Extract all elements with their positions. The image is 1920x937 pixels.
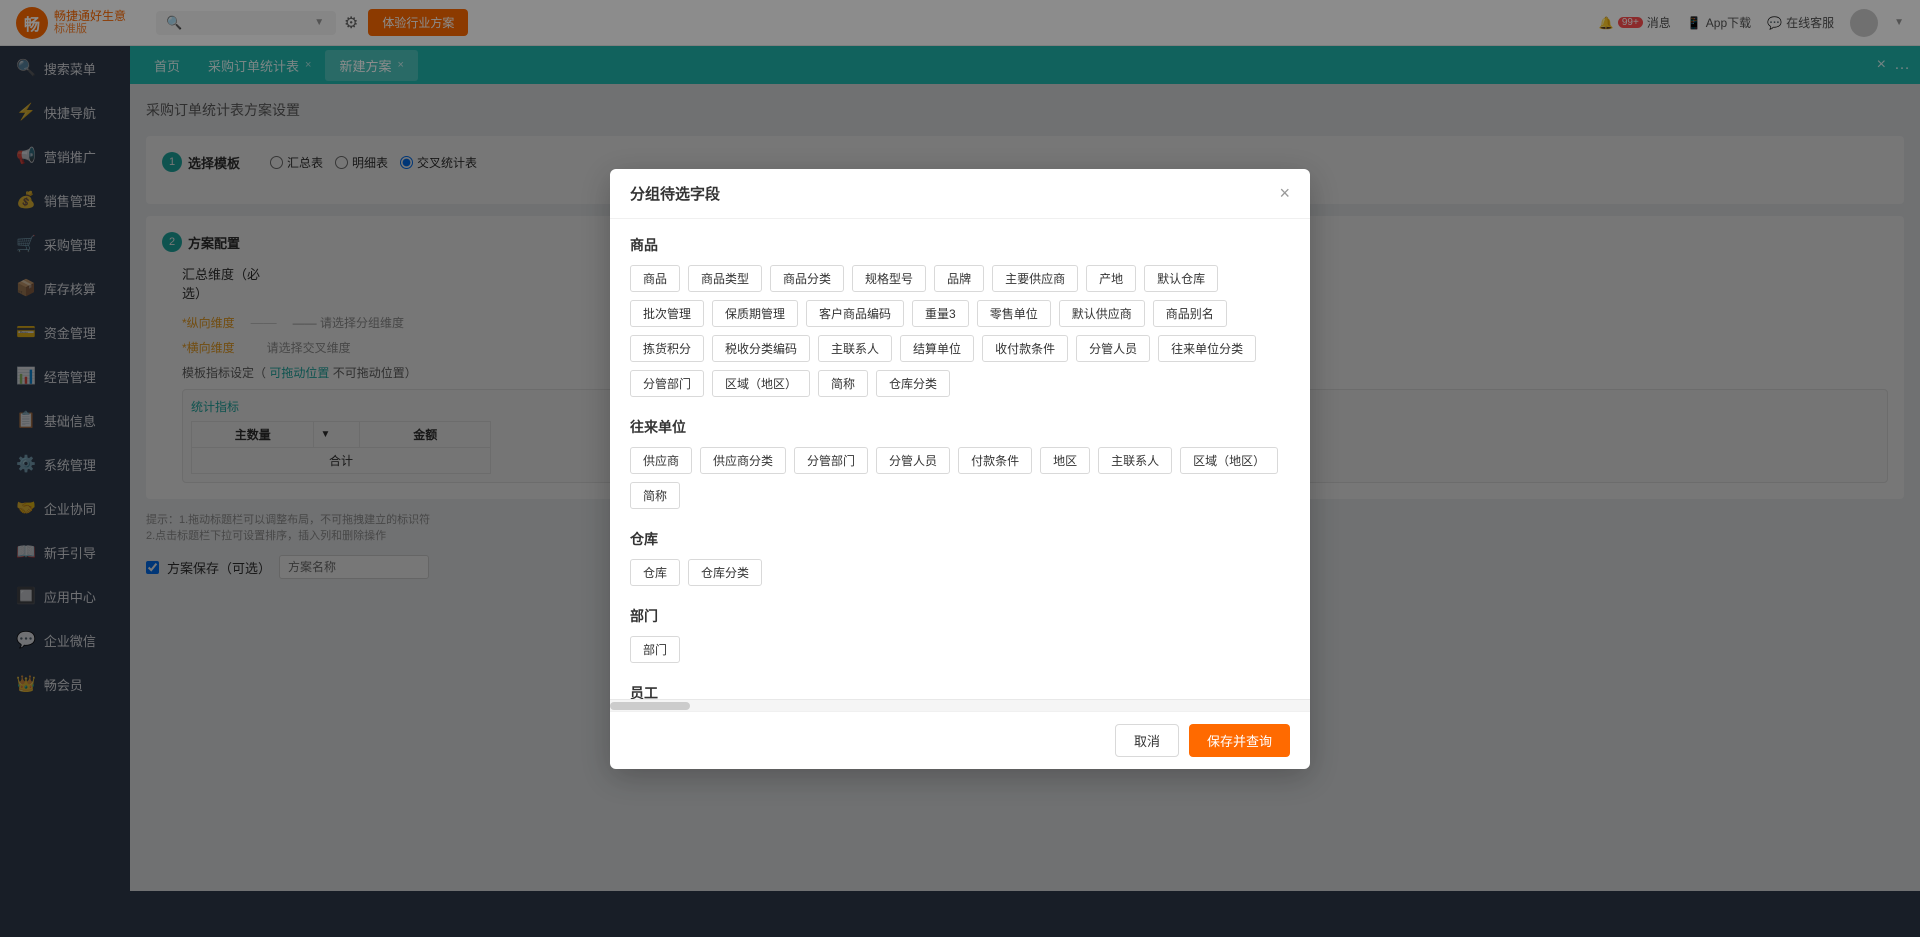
modal-overlay: 分组待选字段 × 商品商品商品类型商品分类规格型号品牌主要供应商产地默认仓库批次… bbox=[0, 0, 1920, 937]
field-tag-product-16[interactable]: 税收分类编码 bbox=[712, 335, 810, 362]
modal-body: 商品商品商品类型商品分类规格型号品牌主要供应商产地默认仓库批次管理保质期管理客户… bbox=[610, 219, 1310, 699]
field-section-title-department: 部门 bbox=[630, 606, 1290, 626]
field-section-title-product: 商品 bbox=[630, 235, 1290, 255]
field-tag-product-20[interactable]: 分管人员 bbox=[1076, 335, 1150, 362]
field-tag-product-25[interactable]: 仓库分类 bbox=[876, 370, 950, 397]
field-tag-partner-4[interactable]: 付款条件 bbox=[958, 447, 1032, 474]
field-tag-product-10[interactable]: 客户商品编码 bbox=[806, 300, 904, 327]
field-section-product: 商品商品商品类型商品分类规格型号品牌主要供应商产地默认仓库批次管理保质期管理客户… bbox=[630, 235, 1290, 397]
field-tag-product-15[interactable]: 拣货积分 bbox=[630, 335, 704, 362]
field-section-title-employee: 员工 bbox=[630, 683, 1290, 699]
field-tag-product-9[interactable]: 保质期管理 bbox=[712, 300, 798, 327]
modal-title: 分组待选字段 bbox=[630, 183, 720, 204]
modal-footer: 取消 保存并查询 bbox=[610, 711, 1310, 769]
field-tag-product-12[interactable]: 零售单位 bbox=[977, 300, 1051, 327]
field-tag-product-5[interactable]: 主要供应商 bbox=[992, 265, 1078, 292]
field-tag-product-4[interactable]: 品牌 bbox=[934, 265, 984, 292]
field-section-title-warehouse: 仓库 bbox=[630, 529, 1290, 549]
field-tag-product-17[interactable]: 主联系人 bbox=[818, 335, 892, 362]
field-tag-product-11[interactable]: 重量3 bbox=[912, 300, 969, 327]
modal-header: 分组待选字段 × bbox=[610, 169, 1310, 219]
field-tags-department: 部门 bbox=[630, 636, 1290, 663]
field-tag-partner-3[interactable]: 分管人员 bbox=[876, 447, 950, 474]
field-tags-partner: 供应商供应商分类分管部门分管人员付款条件地区主联系人区域（地区） 简称 bbox=[630, 447, 1290, 509]
field-tag-product-1[interactable]: 商品类型 bbox=[688, 265, 762, 292]
field-tag-product-8[interactable]: 批次管理 bbox=[630, 300, 704, 327]
field-tag-product-14[interactable]: 商品别名 bbox=[1153, 300, 1227, 327]
field-tags-product: 商品商品类型商品分类规格型号品牌主要供应商产地默认仓库批次管理保质期管理客户商品… bbox=[630, 265, 1290, 397]
confirm-button[interactable]: 保存并查询 bbox=[1189, 724, 1290, 757]
field-tag-department-0[interactable]: 部门 bbox=[630, 636, 680, 663]
field-tag-product-23[interactable]: 区域（地区） bbox=[712, 370, 810, 397]
field-section-department: 部门部门 bbox=[630, 606, 1290, 663]
field-tag-product-3[interactable]: 规格型号 bbox=[852, 265, 926, 292]
field-tag-partner-0[interactable]: 供应商 bbox=[630, 447, 692, 474]
field-section-warehouse: 仓库仓库仓库分类 bbox=[630, 529, 1290, 586]
field-tags-warehouse: 仓库仓库分类 bbox=[630, 559, 1290, 586]
field-tag-partner-7[interactable]: 区域（地区） bbox=[1180, 447, 1278, 474]
field-tag-product-13[interactable]: 默认供应商 bbox=[1059, 300, 1145, 327]
field-tag-product-22[interactable]: 分管部门 bbox=[630, 370, 704, 397]
field-tag-product-24[interactable]: 简称 bbox=[818, 370, 868, 397]
field-tag-warehouse-0[interactable]: 仓库 bbox=[630, 559, 680, 586]
field-tag-product-18[interactable]: 结算单位 bbox=[900, 335, 974, 362]
modal-close-button[interactable]: × bbox=[1279, 183, 1290, 204]
modal: 分组待选字段 × 商品商品商品类型商品分类规格型号品牌主要供应商产地默认仓库批次… bbox=[610, 169, 1310, 769]
scrollbar-thumb bbox=[610, 702, 690, 710]
modal-horizontal-scrollbar[interactable] bbox=[610, 699, 1310, 711]
field-section-partner: 往来单位供应商供应商分类分管部门分管人员付款条件地区主联系人区域（地区） 简称 bbox=[630, 417, 1290, 509]
field-tag-product-0[interactable]: 商品 bbox=[630, 265, 680, 292]
field-tag-product-2[interactable]: 商品分类 bbox=[770, 265, 844, 292]
field-tag-partner-6[interactable]: 主联系人 bbox=[1098, 447, 1172, 474]
field-tag-product-19[interactable]: 收付款条件 bbox=[982, 335, 1068, 362]
field-tag-partner-1[interactable]: 供应商分类 bbox=[700, 447, 786, 474]
cancel-button[interactable]: 取消 bbox=[1115, 724, 1179, 757]
field-tag-product-6[interactable]: 产地 bbox=[1086, 265, 1136, 292]
field-tag-partner-2[interactable]: 分管部门 bbox=[794, 447, 868, 474]
field-tag-partner-5[interactable]: 地区 bbox=[1040, 447, 1090, 474]
field-section-title-partner: 往来单位 bbox=[630, 417, 1290, 437]
field-section-employee: 员工业务员 bbox=[630, 683, 1290, 699]
field-tag-product-7[interactable]: 默认仓库 bbox=[1144, 265, 1218, 292]
field-tag-warehouse-1[interactable]: 仓库分类 bbox=[688, 559, 762, 586]
field-tag-product-21[interactable]: 往来单位分类 bbox=[1158, 335, 1256, 362]
field-tag-partner-8[interactable]: 简称 bbox=[630, 482, 680, 509]
